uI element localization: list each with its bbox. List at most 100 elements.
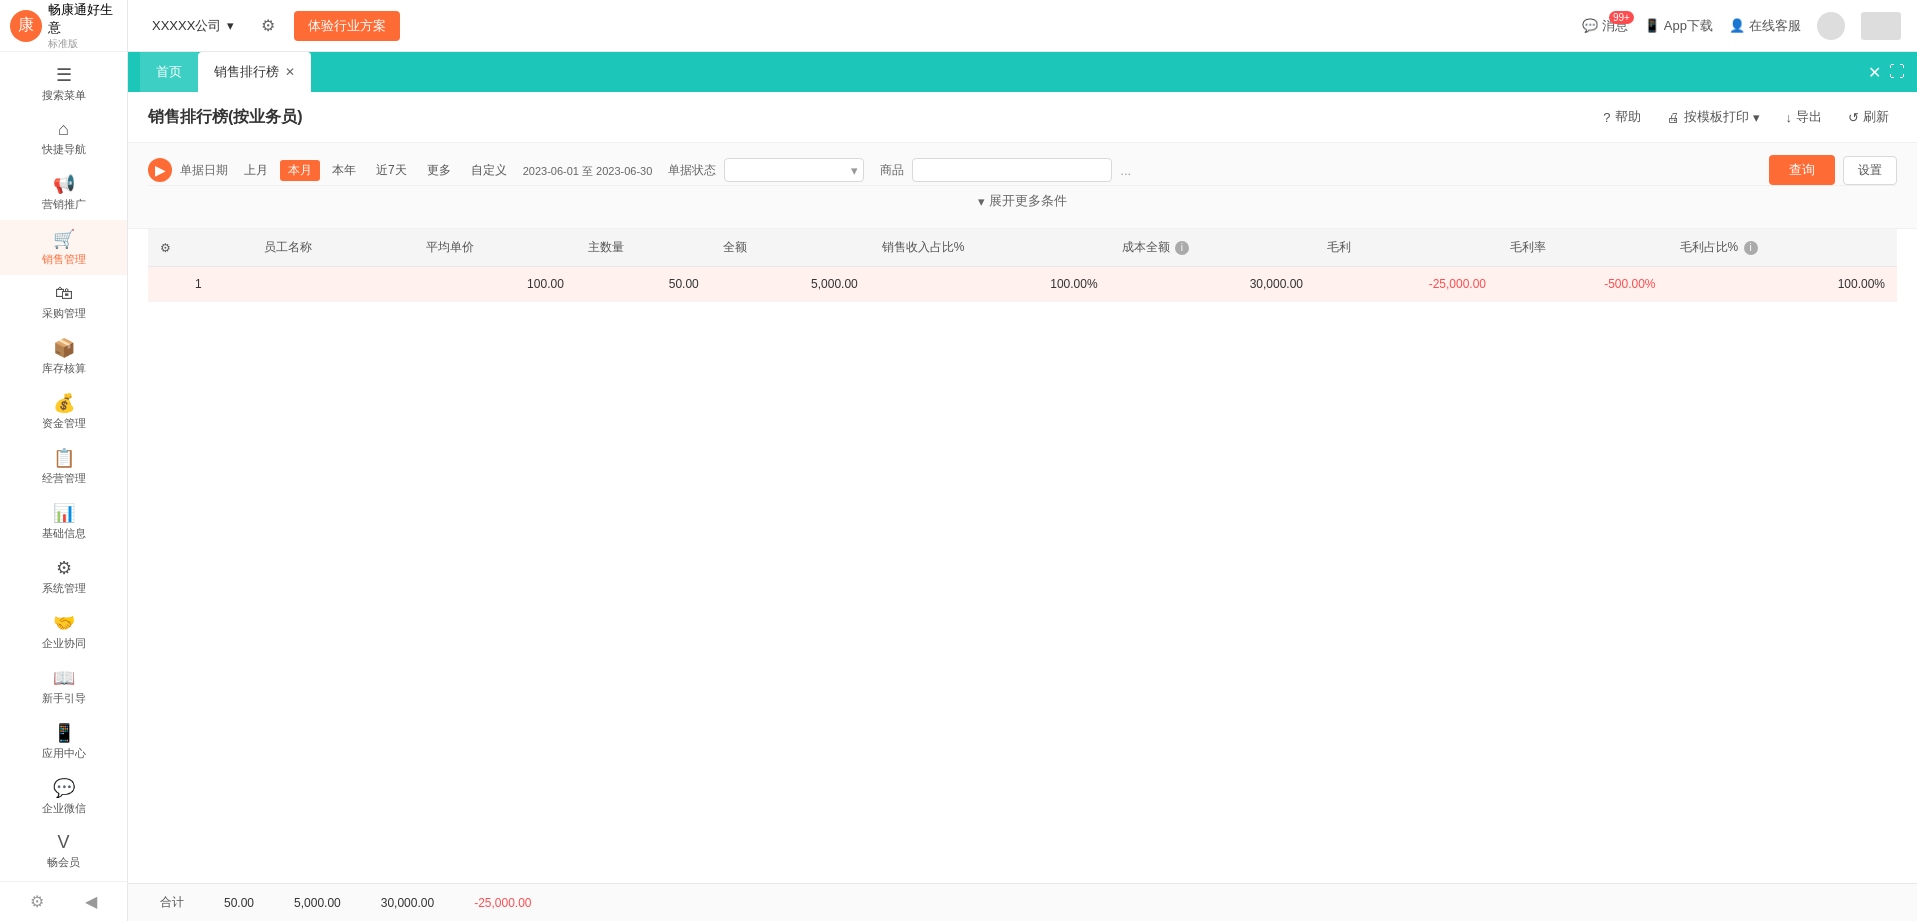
sidebar-icon: ☰	[56, 64, 72, 86]
sidebar-item-快捷导航[interactable]: ⌂快捷导航	[0, 111, 127, 165]
help-button[interactable]: ? 帮助	[1595, 104, 1648, 130]
row-rank: 1	[183, 267, 252, 302]
row-sales-pct: 100.00%	[870, 267, 1110, 302]
topbar-right: 💬 消息 99+ 📱 App下载 👤 在线客服	[1582, 12, 1901, 40]
sidebar-item-应用中心[interactable]: 📱应用中心	[0, 714, 127, 769]
query-button[interactable]: 查询	[1769, 155, 1835, 185]
sidebar-label: 资金管理	[42, 416, 86, 431]
refresh-button[interactable]: ↺ 刷新	[1840, 104, 1897, 130]
print-dropdown-icon: ▾	[1753, 110, 1760, 125]
row-profit-pct: 100.00%	[1668, 267, 1897, 302]
filter-arrow[interactable]: ▶	[148, 158, 172, 182]
sidebar-item-资金管理[interactable]: 💰资金管理	[0, 384, 127, 439]
settings-action-button[interactable]: 设置	[1843, 156, 1897, 185]
sidebar-footer-设置[interactable]: ⚙	[30, 892, 44, 911]
col-amount: 全额	[711, 229, 870, 267]
sidebar-menu: ☰搜索菜单⌂快捷导航📢营销推广🛒销售管理🛍采购管理📦库存核算💰资金管理📋经营管理…	[0, 52, 127, 881]
app-download-button[interactable]: 📱 App下载	[1644, 17, 1713, 35]
tab-sales-rank[interactable]: 销售排行榜 ✕	[198, 52, 311, 92]
sidebar-item-基础信息[interactable]: 📊基础信息	[0, 494, 127, 549]
date-tab-prev-month[interactable]: 上月	[236, 160, 276, 181]
sidebar-item-搜索菜单[interactable]: ☰搜索菜单	[0, 56, 127, 111]
status-select[interactable]	[724, 158, 864, 182]
logo-text: 畅康通好生意 标准版	[48, 1, 117, 51]
fullscreen-icon[interactable]: ⛶	[1889, 63, 1905, 82]
cost-info-icon[interactable]: i	[1175, 241, 1189, 255]
table-wrap: ⚙ 员工名称 平均单价 主数量 全额 销售收入占比% 成本全额 i 毛利 毛利率…	[128, 229, 1917, 883]
ellipsis-button[interactable]: ...	[1120, 163, 1131, 178]
sidebar-icon: V	[57, 832, 69, 853]
row-gear	[148, 267, 183, 302]
date-tab-this-month[interactable]: 本月	[280, 160, 320, 181]
status-filter-group: 单据状态	[668, 158, 864, 182]
sidebar-label: 企业微信	[42, 801, 86, 816]
main-content: XXXXX公司 ▾ ⚙ 体验行业方案 💬 消息 99+ 📱 App下载 👤 在线…	[128, 0, 1917, 921]
trial-button[interactable]: 体验行业方案	[294, 11, 400, 41]
sidebar-item-库存核算[interactable]: 📦库存核算	[0, 329, 127, 384]
footer-quantity: 50.00	[224, 896, 254, 910]
online-service-button[interactable]: 👤 在线客服	[1729, 17, 1801, 35]
sidebar-item-采购管理[interactable]: 🛍采购管理	[0, 275, 127, 329]
table-header-row: ⚙ 员工名称 平均单价 主数量 全额 销售收入占比% 成本全额 i 毛利 毛利率…	[148, 229, 1897, 267]
tab-home-label: 首页	[156, 63, 182, 81]
message-badge: 99+	[1609, 11, 1634, 24]
sidebar-icon: ⌂	[58, 119, 69, 140]
sidebar: 康 畅康通好生意 标准版 ☰搜索菜单⌂快捷导航📢营销推广🛒销售管理🛍采购管理📦库…	[0, 0, 128, 921]
sidebar-item-新手引导[interactable]: 📖新手引导	[0, 659, 127, 714]
help-icon: ?	[1603, 110, 1610, 125]
company-selector[interactable]: XXXXX公司 ▾	[144, 13, 242, 39]
goods-input[interactable]	[912, 158, 1112, 182]
export-button[interactable]: ↓ 导出	[1778, 104, 1831, 130]
date-tab-this-year[interactable]: 本年	[324, 160, 364, 181]
date-tab-7days[interactable]: 近7天	[368, 160, 415, 181]
user-name	[1861, 12, 1901, 40]
expand-more-button[interactable]: ▾ 展开更多条件	[148, 185, 1897, 216]
col-rank	[183, 229, 252, 267]
sidebar-item-企业微信[interactable]: 💬企业微信	[0, 769, 127, 824]
sidebar-label: 采购管理	[42, 306, 86, 321]
col-gear[interactable]: ⚙	[148, 229, 183, 267]
row-profit: -25,000.00	[1315, 267, 1498, 302]
col-profit-rate: 毛利率	[1498, 229, 1667, 267]
date-tab-custom[interactable]: 自定义	[463, 160, 515, 181]
page-inner: 销售排行榜(按业务员) ? 帮助 🖨 按模板打印 ▾ ↓ 导出	[128, 92, 1917, 921]
row-avg-price: 100.00	[414, 267, 576, 302]
sidebar-item-经营管理[interactable]: 📋经营管理	[0, 439, 127, 494]
sidebar-item-销售管理[interactable]: 🛒销售管理	[0, 220, 127, 275]
filter-area: ▶ 单据日期 上月 本月 本年 近7天 更多 自定义 2023-06-01 至 …	[128, 143, 1917, 229]
dropdown-icon: ▾	[227, 18, 234, 33]
profit-pct-info-icon[interactable]: i	[1744, 241, 1758, 255]
sidebar-item-营销推广[interactable]: 📢营销推广	[0, 165, 127, 220]
sidebar-label: 畅会员	[47, 855, 80, 870]
sidebar-item-企业协同[interactable]: 🤝企业协同	[0, 604, 127, 659]
sidebar-label: 应用中心	[42, 746, 86, 761]
export-icon: ↓	[1786, 110, 1793, 125]
avatar[interactable]	[1817, 12, 1845, 40]
company-name: XXXXX公司	[152, 17, 221, 35]
goods-filter-group: 商品 ...	[880, 158, 1131, 182]
date-range: 2023-06-01 至 2023-06-30	[523, 164, 653, 179]
print-button[interactable]: 🖨 按模板打印 ▾	[1659, 104, 1768, 130]
sidebar-footer: ⚙◀	[0, 881, 127, 921]
message-button[interactable]: 💬 消息 99+	[1582, 17, 1628, 35]
date-tab-more[interactable]: 更多	[419, 160, 459, 181]
row-name	[252, 267, 414, 302]
tab-bar: 首页 销售排行榜 ✕ ✕ ⛶	[128, 52, 1917, 92]
goods-label: 商品	[880, 162, 904, 179]
sidebar-label: 系统管理	[42, 581, 86, 596]
status-select-wrap	[724, 158, 864, 182]
close-all-icon[interactable]: ✕	[1868, 63, 1881, 82]
tab-close-icon[interactable]: ✕	[285, 65, 295, 79]
tab-sales-rank-label: 销售排行榜	[214, 63, 279, 81]
col-quantity: 主数量	[576, 229, 711, 267]
sidebar-icon: 📋	[53, 447, 75, 469]
logo: 康 畅康通好生意 标准版	[0, 0, 127, 52]
sidebar-item-系统管理[interactable]: ⚙系统管理	[0, 549, 127, 604]
sidebar-item-畅会员[interactable]: V 畅会员	[0, 824, 127, 878]
tab-home[interactable]: 首页	[140, 52, 198, 92]
sidebar-icon: 🤝	[53, 612, 75, 634]
footer-profit: -25,000.00	[474, 896, 531, 910]
table-row: 1 100.00 50.00 5,000.00 100.00% 30,000.0…	[148, 267, 1897, 302]
sidebar-footer-收起[interactable]: ◀	[85, 892, 97, 911]
settings-button[interactable]: ⚙	[254, 12, 282, 40]
